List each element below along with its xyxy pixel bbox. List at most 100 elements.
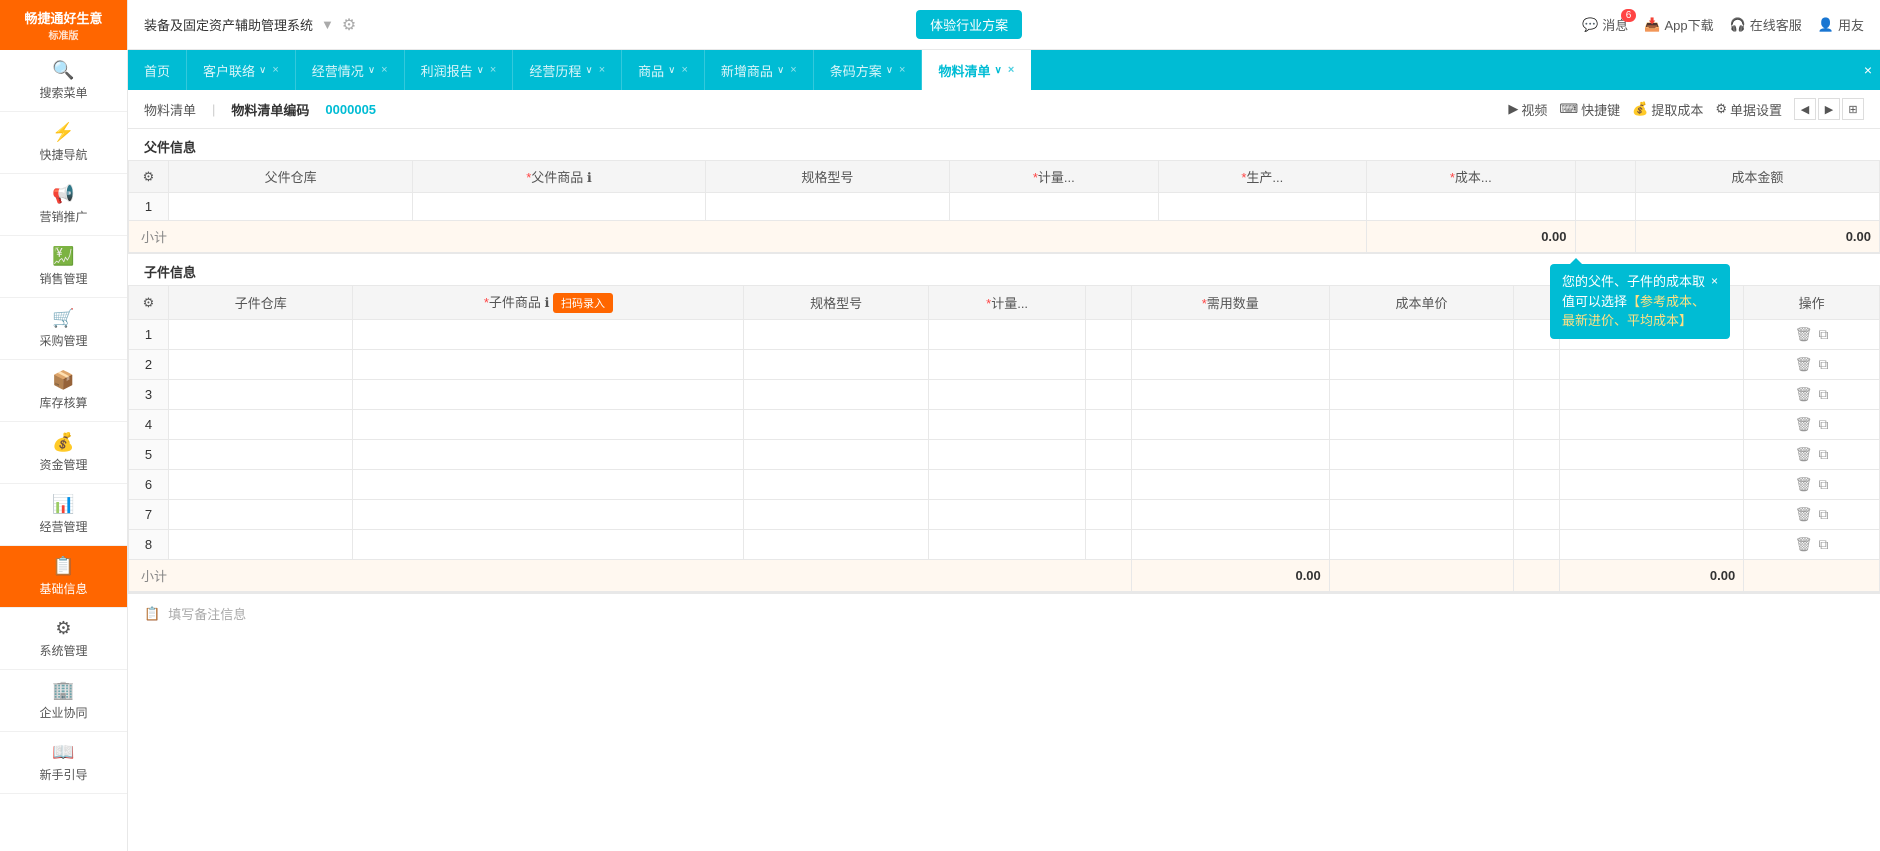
child-row-7-product[interactable] <box>353 500 744 530</box>
child-row-1-copy-icon[interactable]: ⧉ <box>1818 326 1828 343</box>
child-row-3-unit-cost[interactable] <box>1329 380 1513 410</box>
sidebar-item-finance[interactable]: 💰 资金管理 <box>0 422 127 484</box>
next-btn[interactable]: ▶ <box>1818 98 1840 120</box>
child-row-4-warehouse[interactable] <box>169 410 353 440</box>
tab-operations[interactable]: 经营情况 ∨ × <box>296 50 405 90</box>
child-row-5-qty[interactable] <box>1131 440 1329 470</box>
sidebar-item-search[interactable]: 🔍 搜索菜单 <box>0 50 127 112</box>
child-row-4-spec[interactable] <box>744 410 928 440</box>
close-all-button[interactable]: × <box>1856 62 1880 78</box>
expand-btn[interactable]: ⊞ <box>1842 98 1864 120</box>
online-service-action[interactable]: 🎧 在线客服 <box>1730 15 1802 34</box>
tab-customer-close[interactable]: × <box>272 64 278 76</box>
sidebar-item-guide[interactable]: 📖 新手引导 <box>0 732 127 794</box>
child-row-8-product[interactable] <box>353 530 744 560</box>
child-row-1-warehouse[interactable] <box>169 320 353 350</box>
child-row-7-warehouse[interactable] <box>169 500 353 530</box>
child-row-4-copy-icon[interactable]: ⧉ <box>1818 416 1828 433</box>
view-btn[interactable]: ▶ 视频 <box>1508 100 1547 119</box>
child-row-4-product[interactable] <box>353 410 744 440</box>
child-row-8-unit[interactable] <box>928 530 1085 560</box>
tab-new-product[interactable]: 新增商品 ∨ × <box>705 50 814 90</box>
child-row-1-delete-icon[interactable]: 🗑 <box>1795 326 1813 343</box>
parent-col-settings-header[interactable]: ⚙ <box>129 161 169 193</box>
child-col-settings-header[interactable]: ⚙ <box>129 286 169 320</box>
child-row-7-delete-icon[interactable]: 🗑 <box>1795 506 1813 523</box>
child-row-6-qty[interactable] <box>1131 470 1329 500</box>
extract-cost-btn[interactable]: 💰 提取成本 <box>1632 100 1703 119</box>
tab-barcode-close[interactable]: × <box>899 64 905 76</box>
app-download-action[interactable]: 📥 App下载 <box>1644 15 1713 34</box>
child-row-4-delete-icon[interactable]: 🗑 <box>1795 416 1813 433</box>
child-row-6-warehouse[interactable] <box>169 470 353 500</box>
child-row-7-qty[interactable] <box>1131 500 1329 530</box>
sidebar-item-operations[interactable]: 📊 经营管理 <box>0 484 127 546</box>
child-row-5-spec[interactable] <box>744 440 928 470</box>
tab-history[interactable]: 经营历程 ∨ × <box>513 50 622 90</box>
child-row-6-spec[interactable] <box>744 470 928 500</box>
child-row-1-product[interactable] <box>353 320 744 350</box>
child-row-6-product[interactable] <box>353 470 744 500</box>
child-row-2-unit-cost[interactable] <box>1329 350 1513 380</box>
parent-row-1-warehouse[interactable] <box>169 193 413 221</box>
sidebar-item-inventory[interactable]: 📦 库存核算 <box>0 360 127 422</box>
sidebar-item-fastnav[interactable]: ⚡ 快捷导航 <box>0 112 127 174</box>
child-row-2-product[interactable] <box>353 350 744 380</box>
child-row-8-delete-icon[interactable]: 🗑 <box>1795 536 1813 553</box>
child-row-8-qty[interactable] <box>1131 530 1329 560</box>
sidebar-item-system[interactable]: ⚙ 系统管理 <box>0 608 127 670</box>
dropdown-arrow-icon[interactable]: ▼ <box>321 17 334 32</box>
tab-ops-close[interactable]: × <box>381 64 387 76</box>
tab-new-product-close[interactable]: × <box>790 64 796 76</box>
child-row-2-spec[interactable] <box>744 350 928 380</box>
sidebar-item-marketing[interactable]: 📢 营销推广 <box>0 174 127 236</box>
sidebar-item-basic-info[interactable]: 📋 基础信息 <box>0 546 127 608</box>
child-row-3-copy-icon[interactable]: ⧉ <box>1818 386 1828 403</box>
child-row-3-spec[interactable] <box>744 380 928 410</box>
child-row-2-delete-icon[interactable]: 🗑 <box>1795 356 1813 373</box>
child-row-2-qty[interactable] <box>1131 350 1329 380</box>
child-row-5-warehouse[interactable] <box>169 440 353 470</box>
parent-row-1-unit[interactable] <box>950 193 1159 221</box>
gear-settings-icon[interactable]: ⚙ <box>342 15 356 35</box>
child-row-3-qty[interactable] <box>1131 380 1329 410</box>
breadcrumb-child[interactable]: 物料清单编码 <box>231 100 309 119</box>
trial-button[interactable]: 体验行业方案 <box>916 10 1022 39</box>
child-row-5-copy-icon[interactable]: ⧉ <box>1818 446 1828 463</box>
tooltip-close-btn[interactable]: × <box>1711 272 1718 290</box>
child-row-3-unit[interactable] <box>928 380 1085 410</box>
child-row-5-unit-cost[interactable] <box>1329 440 1513 470</box>
child-row-8-warehouse[interactable] <box>169 530 353 560</box>
tab-customer[interactable]: 客户联络 ∨ × <box>187 50 296 90</box>
child-row-8-copy-icon[interactable]: ⧉ <box>1818 536 1828 553</box>
tab-home[interactable]: 首页 <box>128 50 187 90</box>
child-row-1-qty[interactable] <box>1131 320 1329 350</box>
child-row-1-spec[interactable] <box>744 320 928 350</box>
parent-row-1-spec[interactable] <box>705 193 949 221</box>
child-row-3-warehouse[interactable] <box>169 380 353 410</box>
parent-row-1-product[interactable] <box>413 193 705 221</box>
child-row-4-unit-cost[interactable] <box>1329 410 1513 440</box>
message-action[interactable]: 💬 消息 6 <box>1582 15 1628 34</box>
sidebar-item-purchase[interactable]: 🛒 采购管理 <box>0 298 127 360</box>
tab-history-close[interactable]: × <box>599 64 605 76</box>
child-row-6-unit[interactable] <box>928 470 1085 500</box>
parent-row-1-cost[interactable] <box>1367 193 1576 221</box>
child-row-1-unit-cost[interactable] <box>1329 320 1513 350</box>
breadcrumb-parent[interactable]: 物料清单 <box>144 100 196 119</box>
tab-barcode[interactable]: 条码方案 ∨ × <box>814 50 923 90</box>
tab-profit[interactable]: 利润报告 ∨ × <box>405 50 514 90</box>
child-row-6-delete-icon[interactable]: 🗑 <box>1795 476 1813 493</box>
child-row-2-warehouse[interactable] <box>169 350 353 380</box>
child-row-3-product[interactable] <box>353 380 744 410</box>
user-action[interactable]: 👤 用友 <box>1818 15 1864 34</box>
parent-row-1-produce[interactable] <box>1158 193 1367 221</box>
child-row-7-copy-icon[interactable]: ⧉ <box>1818 506 1828 523</box>
child-row-8-unit-cost[interactable] <box>1329 530 1513 560</box>
tab-product[interactable]: 商品 ∨ × <box>622 50 705 90</box>
child-row-2-unit[interactable] <box>928 350 1085 380</box>
tab-bom[interactable]: 物料清单 ∨ × <box>922 50 1031 90</box>
child-row-1-unit[interactable] <box>928 320 1085 350</box>
child-row-2-copy-icon[interactable]: ⧉ <box>1818 356 1828 373</box>
sidebar-item-enterprise[interactable]: 🏢 企业协同 <box>0 670 127 732</box>
